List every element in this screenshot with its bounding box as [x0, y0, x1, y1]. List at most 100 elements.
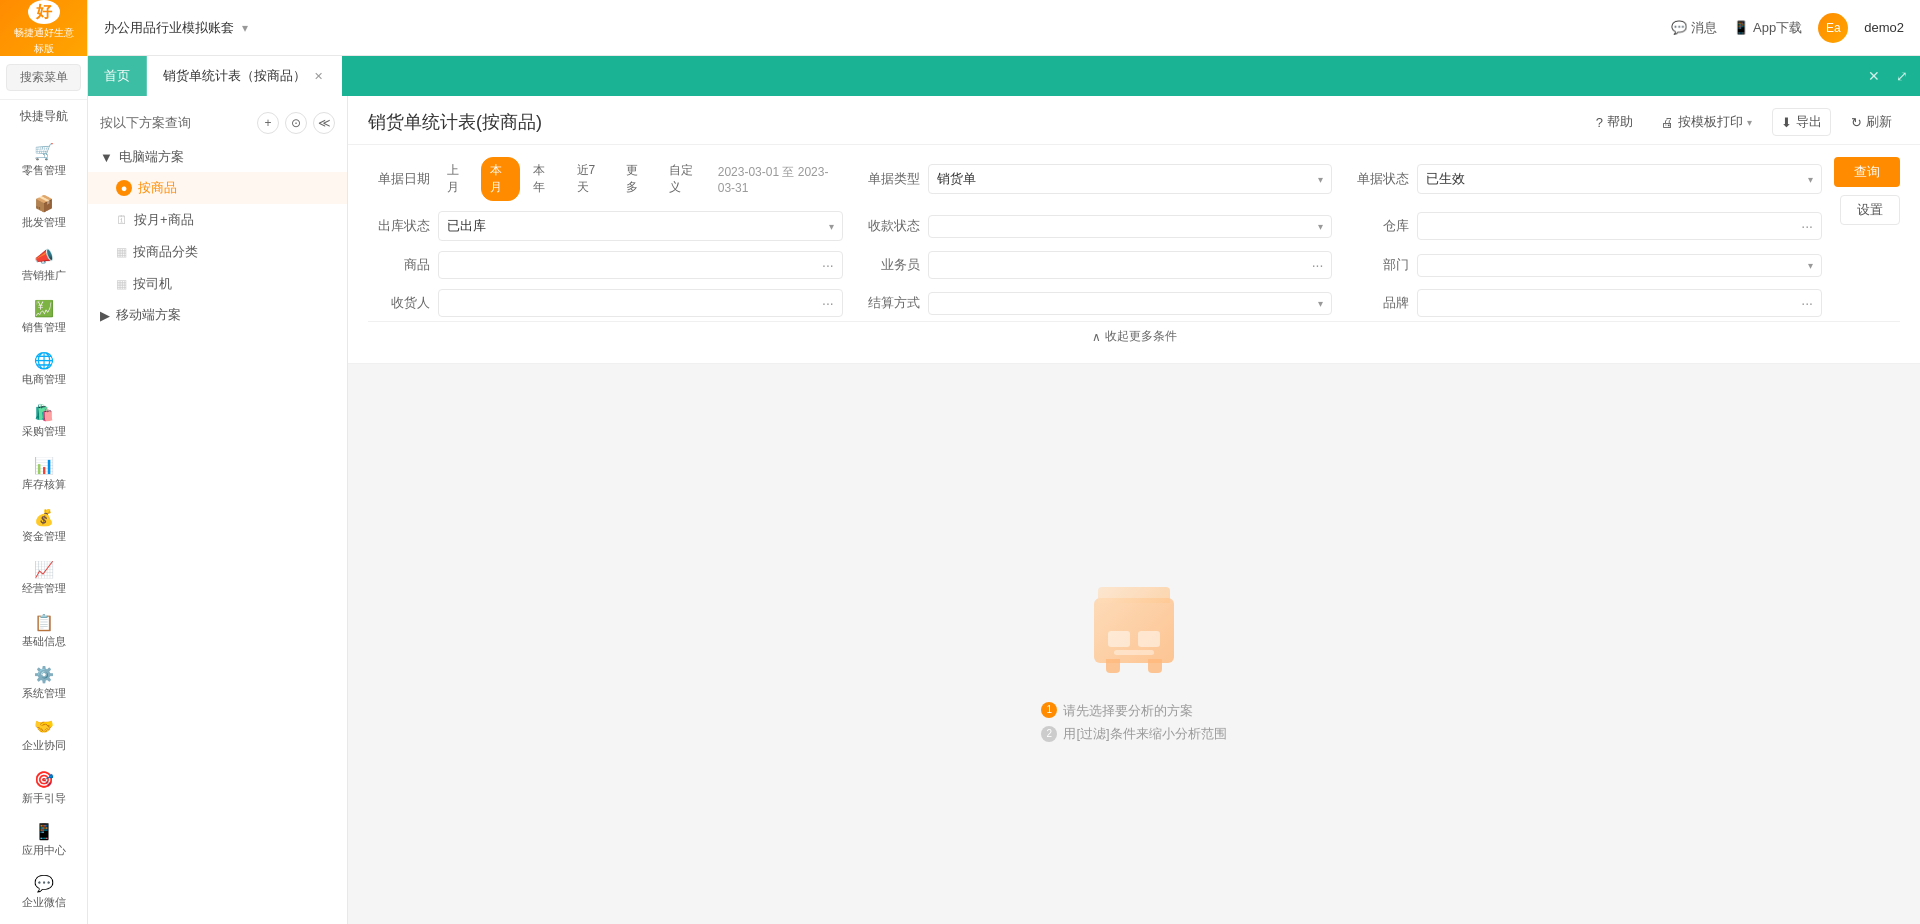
sidebar-item-inventory[interactable]: 📊 库存核算 — [4, 448, 83, 499]
date-btn-this-year[interactable]: 本年 — [524, 157, 563, 201]
sidebar-item-quicknav[interactable]: 快捷导航 — [0, 100, 87, 133]
product-dots[interactable]: ··· — [822, 257, 834, 273]
inventory-label: 库存核算 — [22, 477, 66, 491]
filter-row-1: 单据日期 上月 本月 本年 近7天 更多 自定义 2023-03-01 至 20… — [368, 157, 1900, 317]
date-btn-this-month[interactable]: 本月 — [481, 157, 520, 201]
hint-num-2: 2 — [1041, 726, 1057, 742]
sidebar-item-basic-info[interactable]: 📋基础信息 — [4, 605, 83, 656]
product-select[interactable]: ··· — [438, 251, 843, 279]
user-avatar[interactable]: Ea — [1818, 13, 1848, 43]
sidebar-item-operations[interactable]: 📈经营管理 — [4, 552, 83, 603]
app-download-btn[interactable]: 📱 App下载 — [1733, 19, 1802, 37]
refresh-btn[interactable]: ↻ 刷新 — [1843, 109, 1900, 135]
tab-home[interactable]: 首页 — [88, 56, 147, 96]
enterprise-label: 企业协同 — [22, 738, 66, 752]
date-btn-7days[interactable]: 近7天 — [568, 157, 613, 201]
sidebar-item-member[interactable]: 👑畅会员 — [4, 918, 83, 924]
app-logo[interactable]: 好 畅捷通好生意 标版 — [0, 0, 87, 56]
brand-dots[interactable]: ··· — [1801, 295, 1813, 311]
date-btn-custom[interactable]: 自定义 — [660, 157, 710, 201]
payment-select[interactable]: ▾ — [928, 215, 1333, 238]
mobile-scheme-label: 移动端方案 — [116, 306, 181, 324]
setting-btn[interactable]: 设置 — [1840, 195, 1900, 225]
system-icon: ⚙️ — [34, 665, 54, 684]
mobile-section-arrow: ▶ — [100, 308, 110, 323]
sidebar-item-finance[interactable]: 💰资金管理 — [4, 500, 83, 551]
tab-report[interactable]: 销货单统计表（按商品） ✕ — [147, 56, 342, 96]
pc-scheme-section[interactable]: ▼ 电脑端方案 — [88, 142, 347, 172]
industry-dropdown-arrow[interactable]: ▾ — [242, 21, 248, 35]
filter-left-cols: 单据日期 上月 本月 本年 近7天 更多 自定义 2023-03-01 至 20… — [368, 157, 1822, 317]
message-btn[interactable]: 💬 消息 — [1671, 19, 1717, 37]
scheme-by-driver[interactable]: ▦ 按司机 — [88, 268, 347, 300]
mobile-scheme-section[interactable]: ▶ 移动端方案 — [88, 300, 347, 330]
industry-title: 办公用品行业模拟账套 — [104, 19, 234, 37]
help-btn[interactable]: ? 帮助 — [1588, 109, 1641, 135]
scheme-by-category[interactable]: ▦ 按商品分类 — [88, 236, 347, 268]
salesperson-control: ··· — [928, 251, 1333, 279]
scheme-by-product[interactable]: ● 按商品 — [88, 172, 347, 204]
user-name[interactable]: demo2 — [1864, 20, 1904, 35]
app-download-label: App下载 — [1753, 19, 1802, 37]
doc-type-select[interactable]: 销货单 ▾ — [928, 164, 1333, 194]
inventory-icon: 📊 — [34, 456, 54, 475]
consignee-dots[interactable]: ··· — [822, 295, 834, 311]
tab-close-btn[interactable]: ✕ — [312, 69, 325, 84]
box-mouth — [1114, 650, 1154, 655]
ecommerce-label: 电商管理 — [22, 372, 66, 386]
scheme-by-month-product[interactable]: 🗓 按月+商品 — [88, 204, 347, 236]
sidebar-item-ecommerce[interactable]: 🌐电商管理 — [4, 343, 83, 394]
app-download-icon: 📱 — [1733, 20, 1749, 35]
sidebar-item-sales[interactable]: 💹销售管理 — [4, 291, 83, 342]
tabbar: 首页 销货单统计表（按商品） ✕ ✕ ⤢ — [88, 56, 1920, 96]
warehouse-select[interactable]: ··· — [1417, 212, 1822, 240]
doc-status-select[interactable]: 已生效 ▾ — [1417, 164, 1822, 194]
empty-hint-2: 2 用[过滤]条件来缩小分析范围 — [1041, 722, 1226, 745]
query-btn[interactable]: 查询 — [1834, 157, 1900, 187]
by-product-icon: ● — [116, 180, 132, 196]
sidebar-item-wholesale[interactable]: 📦批发管理 — [4, 186, 83, 237]
warehouse-dots[interactable]: ··· — [1801, 218, 1813, 234]
sidebar-item-purchase[interactable]: 🛍️采购管理 — [4, 395, 83, 446]
add-scheme-btn[interactable]: + — [257, 112, 279, 134]
sidebar-item-enterprise[interactable]: 🤝企业协同 — [4, 709, 83, 760]
print-btn[interactable]: 🖨 按模板打印 ▾ — [1653, 109, 1760, 135]
wechat-icon: 💬 — [34, 874, 54, 893]
logo-text: 畅捷通好生意 — [14, 26, 74, 40]
doc-status-label: 单据状态 — [1352, 170, 1417, 188]
sidebar-item-wechat[interactable]: 💬企业微信 — [4, 866, 83, 917]
brand-select[interactable]: ··· — [1417, 289, 1822, 317]
collapse-panel-btn[interactable]: ≪ — [313, 112, 335, 134]
search-menu-btn[interactable]: 搜索菜单 — [6, 64, 81, 91]
settlement-select[interactable]: ▾ — [928, 292, 1333, 315]
collapse-bar[interactable]: ∧ 收起更多条件 — [368, 321, 1900, 351]
salesperson-dots[interactable]: ··· — [1312, 257, 1324, 273]
date-btn-last-month[interactable]: 上月 — [438, 157, 477, 201]
sidebar-item-onboarding[interactable]: 🎯新手引导 — [4, 762, 83, 813]
tab-close-all-btn[interactable]: ✕ — [1864, 64, 1884, 88]
sidebar-item-app-center[interactable]: 📱应用中心 — [4, 814, 83, 865]
by-month-label: 按月+商品 — [134, 211, 194, 229]
export-btn[interactable]: ⬇ 导出 — [1772, 108, 1831, 136]
salesperson-select[interactable]: ··· — [928, 251, 1333, 279]
avatar-text: Ea — [1826, 21, 1841, 35]
date-group: 上月 本月 本年 近7天 更多 自定义 2023-03-01 至 2023-03… — [438, 157, 843, 201]
sidebar-item-marketing[interactable]: 📣营销推广 — [4, 239, 83, 290]
sidebar-item-system[interactable]: ⚙️系统管理 — [4, 657, 83, 708]
edit-scheme-btn[interactable]: ⊙ — [285, 112, 307, 134]
app-center-label: 应用中心 — [22, 843, 66, 857]
doc-status-value: 已生效 — [1426, 170, 1465, 188]
department-select[interactable]: ▾ — [1417, 254, 1822, 277]
sidebar: 好 畅捷通好生意 标版 搜索菜单 快捷导航 🛒零售管理📦批发管理📣营销推广💹销售… — [0, 0, 88, 924]
tab-expand-btn[interactable]: ⤢ — [1892, 64, 1912, 88]
date-btn-more[interactable]: 更多 — [617, 157, 656, 201]
out-status-select[interactable]: 已出库 ▾ — [438, 211, 843, 241]
section-arrow: ▼ — [100, 150, 113, 165]
filter-area: 单据日期 上月 本月 本年 近7天 更多 自定义 2023-03-01 至 20… — [348, 145, 1920, 364]
sidebar-item-retail[interactable]: 🛒零售管理 — [4, 134, 83, 185]
out-status-value: 已出库 — [447, 217, 486, 235]
consignee-select[interactable]: ··· — [438, 289, 843, 317]
by-driver-label: 按司机 — [133, 275, 172, 293]
payment-label: 收款状态 — [863, 217, 928, 235]
warehouse-control: ··· — [1417, 212, 1822, 240]
